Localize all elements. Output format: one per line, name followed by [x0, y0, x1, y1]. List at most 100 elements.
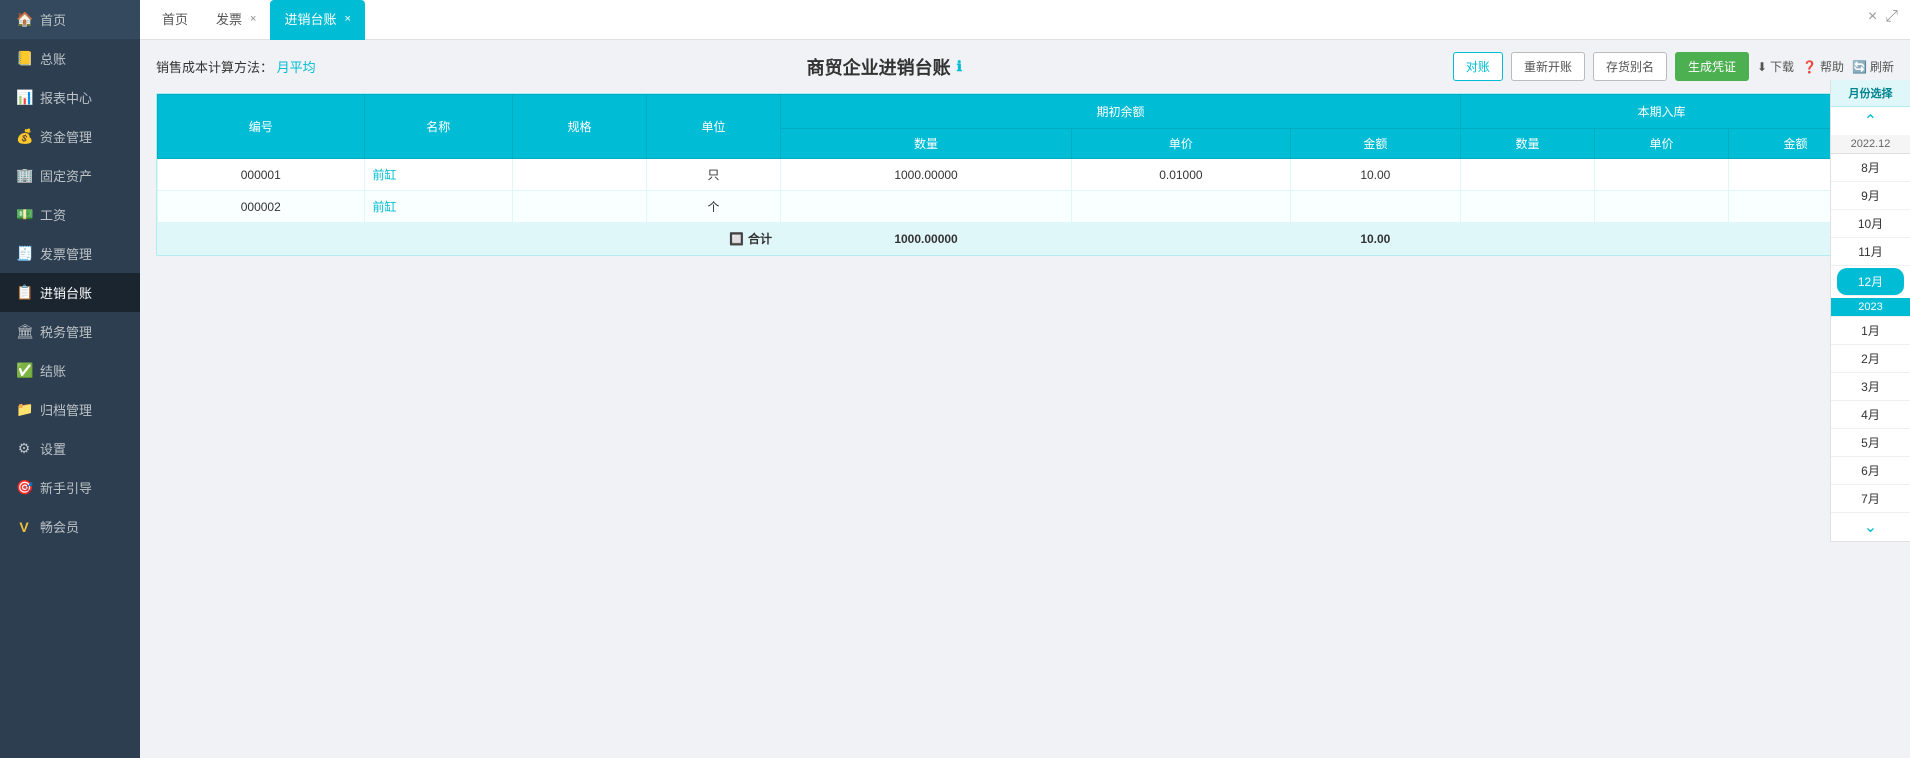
- month-4[interactable]: 4月: [1831, 401, 1910, 429]
- table-row[interactable]: 000002 前缸 个: [158, 191, 1893, 223]
- col-period-opening: 期初余额: [781, 95, 1461, 129]
- content-area: 销售成本计算方法： 月平均 商贸企业进销台账 ℹ 对账 重新开账 存货别名 生成…: [140, 40, 1910, 758]
- sidebar-item-archive-management[interactable]: 📁 归档管理: [0, 390, 140, 429]
- col-name: 名称: [364, 95, 512, 159]
- sidebar-item-beginner-guide[interactable]: 🎯 新手引导: [0, 468, 140, 507]
- month-12[interactable]: 12月: [1837, 268, 1904, 296]
- sidebar-item-vip-member[interactable]: V 畅会员: [0, 507, 140, 546]
- settings-icon: ⚙: [16, 440, 32, 457]
- cell-spec: [513, 191, 647, 223]
- sidebar-item-label: 总账: [40, 49, 66, 68]
- tab-purchase-sales-ledger[interactable]: 进销台账 ×: [270, 0, 364, 40]
- save-alias-button[interactable]: 存货别名: [1593, 52, 1667, 81]
- cell-in-price: [1594, 159, 1728, 191]
- ledger-icon: 📒: [16, 50, 32, 67]
- cell-name: 前缸: [364, 191, 512, 223]
- month-nav-up[interactable]: ⌃: [1831, 107, 1910, 135]
- info-icon[interactable]: ℹ: [957, 58, 962, 75]
- sidebar-item-invoice-management[interactable]: 🧾 发票管理: [0, 234, 140, 273]
- action-buttons: 对账 重新开账 存货别名 生成凭证 ⬇ 下载 ❓ 帮助 🔄 刷新: [1453, 52, 1894, 81]
- total-in-price: [1594, 223, 1728, 255]
- tab-invoice[interactable]: 发票 ×: [202, 0, 270, 40]
- table-row[interactable]: 000001 前缸 只 1000.00000 0.01000 10.00: [158, 159, 1893, 191]
- cell-unit: 个: [647, 191, 781, 223]
- sidebar-item-home[interactable]: 🏠 首页: [0, 0, 140, 39]
- reconcile-button[interactable]: 对账: [1453, 52, 1503, 81]
- month-3[interactable]: 3月: [1831, 373, 1910, 401]
- sidebar-item-general-ledger[interactable]: 📒 总账: [0, 39, 140, 78]
- tax-icon: 🏛: [16, 323, 32, 340]
- month-8[interactable]: 8月: [1831, 154, 1910, 182]
- sidebar-item-label: 结账: [40, 361, 66, 380]
- tab-invoice-close[interactable]: ×: [250, 13, 256, 25]
- sidebar-item-fixed-assets[interactable]: 🏢 固定资产: [0, 156, 140, 195]
- refresh-button[interactable]: 🔄 刷新: [1852, 58, 1894, 75]
- total-period-price: [1072, 223, 1291, 255]
- total-in-qty: [1460, 223, 1594, 255]
- col-in-qty: 数量: [1460, 129, 1594, 159]
- cell-unit: 只: [647, 159, 781, 191]
- generate-voucher-button[interactable]: 生成凭证: [1675, 52, 1749, 81]
- sidebar-item-label: 归档管理: [40, 400, 92, 419]
- cell-period-price: 0.01000: [1072, 159, 1291, 191]
- col-period-amount: 金额: [1290, 129, 1460, 159]
- month-2[interactable]: 2月: [1831, 345, 1910, 373]
- main-area: × ⤢ 首页 发票 × 进销台账 × 销售成本计算方法： 月平均 商贸企业进销台…: [140, 0, 1910, 758]
- month-11[interactable]: 11月: [1831, 238, 1910, 266]
- cost-method-label: 销售成本计算方法：: [156, 60, 273, 75]
- download-button[interactable]: ⬇ 下载: [1757, 58, 1794, 75]
- month-nav-down[interactable]: ⌄: [1831, 513, 1910, 541]
- month-7[interactable]: 7月: [1831, 485, 1910, 513]
- tab-purchase-sales-ledger-label: 进销台账: [284, 9, 336, 28]
- salary-icon: 💵: [16, 206, 32, 223]
- sidebar-item-tax-management[interactable]: 🏛 税务管理: [0, 312, 140, 351]
- total-period-amount: 10.00: [1290, 223, 1460, 255]
- col-in-price: 单价: [1594, 129, 1728, 159]
- guide-icon: 🎯: [16, 479, 32, 496]
- month-9[interactable]: 9月: [1831, 182, 1910, 210]
- sidebar-item-label: 固定资产: [40, 166, 92, 185]
- page-title-text: 商贸企业进销台账: [807, 54, 951, 80]
- month-5[interactable]: 5月: [1831, 429, 1910, 457]
- fixed-assets-icon: 🏢: [16, 167, 32, 184]
- month-panel: 月份选择 ⌃ 2022.12 8月 9月 10月 11月 12月 2023 1月…: [1830, 80, 1910, 542]
- sidebar-item-fund-management[interactable]: 💰 资金管理: [0, 117, 140, 156]
- maximize-button[interactable]: ⤢: [1885, 8, 1898, 26]
- col-id: 编号: [158, 95, 365, 159]
- cost-method-value: 月平均: [277, 60, 316, 75]
- close-button[interactable]: ×: [1868, 8, 1877, 26]
- cell-spec: [513, 159, 647, 191]
- cost-method: 销售成本计算方法： 月平均: [156, 57, 316, 76]
- checkout-icon: ✅: [16, 362, 32, 379]
- cell-period-amount: 10.00: [1290, 159, 1460, 191]
- month-10[interactable]: 10月: [1831, 210, 1910, 238]
- month-6[interactable]: 6月: [1831, 457, 1910, 485]
- sidebar-item-report-center[interactable]: 📊 报表中心: [0, 78, 140, 117]
- help-icon: ❓: [1802, 60, 1817, 74]
- sidebar-item-checkout[interactable]: ✅ 结账: [0, 351, 140, 390]
- cell-period-price: [1072, 191, 1291, 223]
- help-button[interactable]: ❓ 帮助: [1802, 58, 1844, 75]
- sidebar-item-label: 发票管理: [40, 244, 92, 263]
- sidebar-item-label: 税务管理: [40, 322, 92, 341]
- vip-icon: V: [16, 519, 32, 535]
- invoice-icon: 🧾: [16, 245, 32, 262]
- fund-icon: 💰: [16, 128, 32, 145]
- sidebar-item-label: 进销台账: [40, 283, 92, 302]
- sidebar-item-purchase-sales-ledger[interactable]: 📋 进销台账: [0, 273, 140, 312]
- home-icon: 🏠: [16, 11, 32, 28]
- ledger-table: 编号 名称 规格 单位 期初余额 本期入库 数 数量 单价 金额 数量 单价: [157, 94, 1893, 255]
- year-2022-label: 2022.12: [1831, 135, 1910, 154]
- content-header: 销售成本计算方法： 月平均 商贸企业进销台账 ℹ 对账 重新开账 存货别名 生成…: [156, 52, 1894, 81]
- col-current-in: 本期入库: [1460, 95, 1862, 129]
- month-panel-title: 月份选择: [1831, 80, 1910, 107]
- sidebar-item-salary[interactable]: 💵 工资: [0, 195, 140, 234]
- ledger-table-container: 编号 名称 规格 单位 期初余额 本期入库 数 数量 单价 金额 数量 单价: [156, 93, 1894, 256]
- tab-home[interactable]: 首页: [148, 0, 202, 40]
- sidebar-item-settings[interactable]: ⚙ 设置: [0, 429, 140, 468]
- col-spec: 规格: [513, 95, 647, 159]
- month-1[interactable]: 1月: [1831, 317, 1910, 345]
- tab-purchase-sales-ledger-close[interactable]: ×: [344, 13, 350, 25]
- reopen-button[interactable]: 重新开账: [1511, 52, 1585, 81]
- total-label: 🔲合计: [158, 223, 781, 255]
